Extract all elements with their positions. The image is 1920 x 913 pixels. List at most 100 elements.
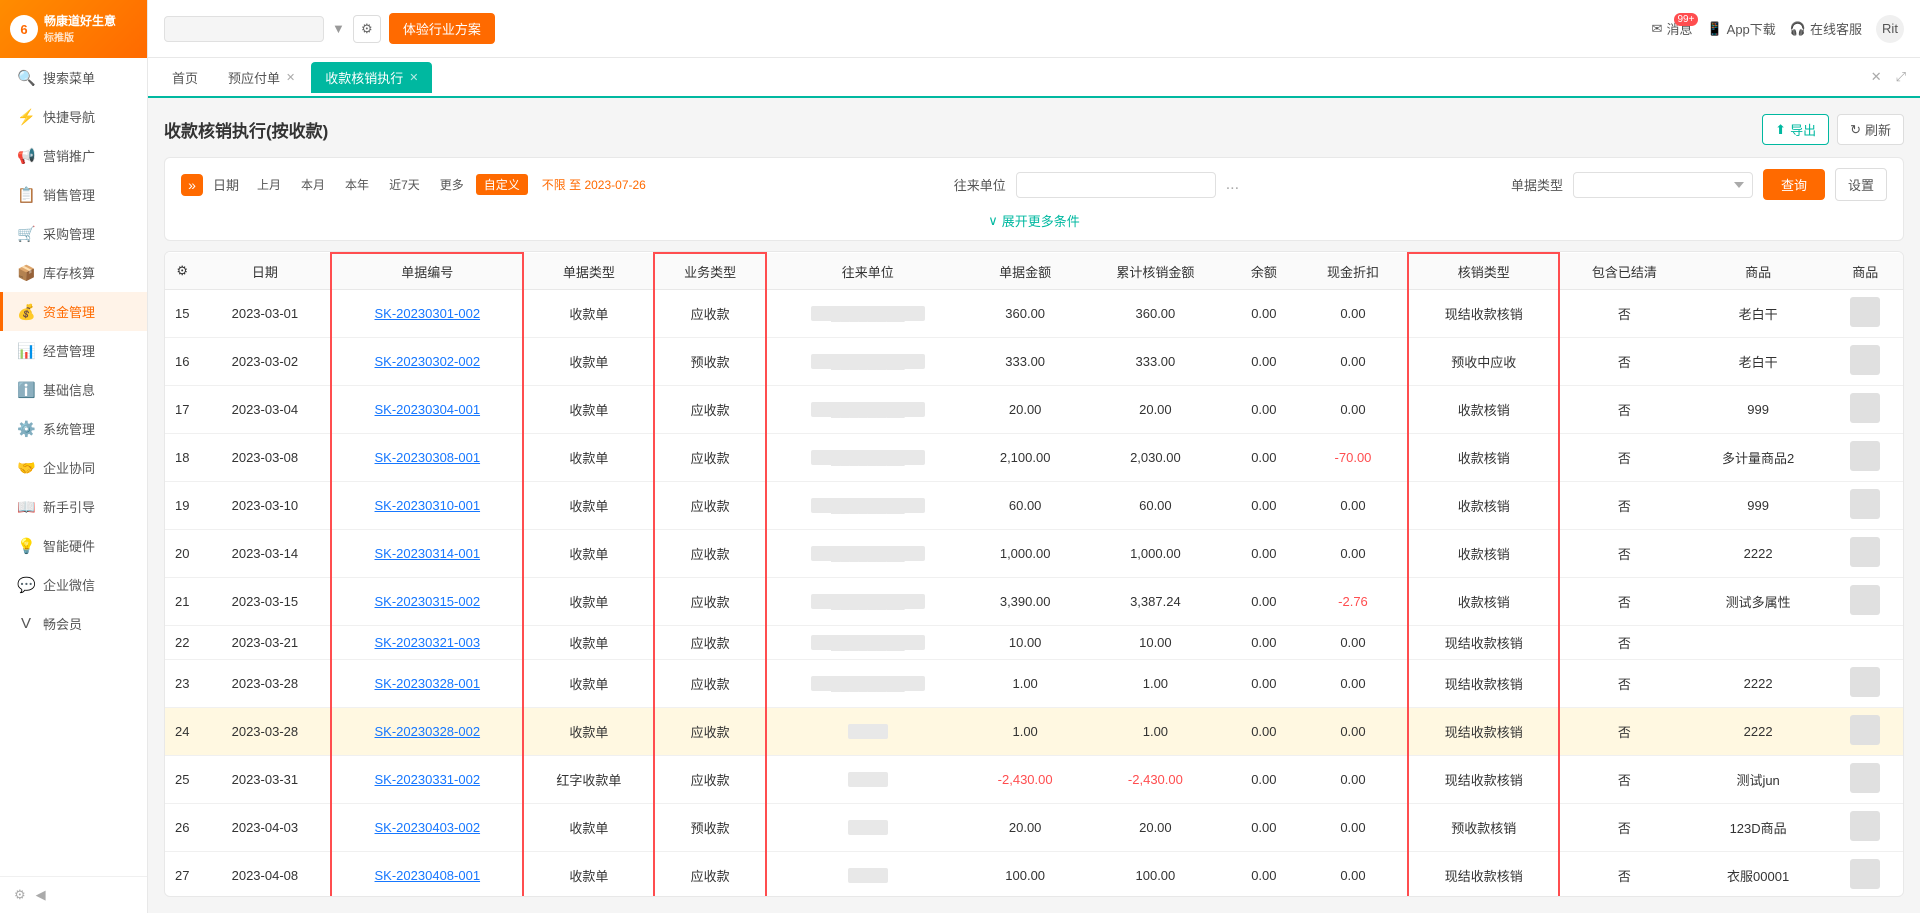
cell-date-6: 2023-03-15 — [199, 578, 331, 626]
sidebar-item-畅会员[interactable]: V 畅会员 — [0, 604, 147, 643]
tab-verify[interactable]: 收款核销执行 ✕ — [311, 62, 432, 93]
col-settings[interactable]: ⚙ — [165, 253, 199, 290]
cell-include-settled-12: 否 — [1559, 852, 1689, 898]
counterpart-input[interactable] — [1016, 172, 1216, 198]
menu-label-3: 销售管理 — [43, 185, 95, 204]
voucher-link-6[interactable]: SK-20230315-002 — [375, 594, 481, 609]
sidebar-item-库存核算[interactable]: 📦 库存核算 — [0, 253, 147, 292]
cell-goods2-2 — [1828, 386, 1903, 434]
sidebar-item-新手引导[interactable]: 📖 新手引导 — [0, 487, 147, 526]
query-button[interactable]: 查询 — [1763, 169, 1825, 200]
cell-amount-1: 333.00 — [969, 338, 1082, 386]
col-goods2: 商品 — [1828, 253, 1903, 290]
cell-counterpart-0: ████████ — [766, 290, 969, 338]
cell-include-settled-4: 否 — [1559, 482, 1689, 530]
cell-include-settled-11: 否 — [1559, 804, 1689, 852]
cell-biz-type-6: 应收款 — [654, 578, 765, 626]
setting-button[interactable]: 设置 — [1835, 168, 1887, 201]
tab-home[interactable]: 首页 — [158, 62, 212, 93]
menu-label-0: 搜索菜单 — [43, 68, 95, 87]
filter-bar: » 日期 上月 本月 本年 近7天 更多 自定义 不限 至 2023-07-26… — [164, 157, 1904, 241]
cell-settled-11: 20.00 — [1082, 804, 1230, 852]
expand-more-button[interactable]: ∨ 展开更多条件 — [181, 211, 1887, 230]
cell-voucher-type-7: 收款单 — [523, 626, 654, 660]
voucher-link-3[interactable]: SK-20230308-001 — [375, 450, 481, 465]
cell-date-3: 2023-03-08 — [199, 434, 331, 482]
dropdown-arrow-icon[interactable]: ▼ — [332, 21, 345, 36]
cell-settled-3: 2,030.00 — [1082, 434, 1230, 482]
voucher-link-0[interactable]: SK-20230301-002 — [375, 306, 481, 321]
voucher-type-select[interactable] — [1573, 172, 1753, 198]
filter-toggle-button[interactable]: » — [181, 174, 203, 196]
voucher-link-2[interactable]: SK-20230304-001 — [375, 402, 481, 417]
col-voucher-no: 单据编号 — [331, 253, 523, 290]
settings-footer-icon[interactable]: ⚙ — [14, 887, 26, 903]
cell-verify-type-10: 现结收款核销 — [1408, 756, 1559, 804]
voucher-link-7[interactable]: SK-20230321-003 — [375, 635, 481, 650]
cell-biz-type-4: 应收款 — [654, 482, 765, 530]
top-bar-left: ▼ ⚙ 体验行业方案 — [164, 13, 1642, 44]
voucher-link-11[interactable]: SK-20230403-002 — [375, 820, 481, 835]
table-row: 18 2023-03-08 SK-20230308-001 收款单 应收款 ██… — [165, 434, 1903, 482]
app-download-button[interactable]: 📱 App下载 — [1706, 19, 1775, 38]
voucher-link-1[interactable]: SK-20230302-002 — [375, 354, 481, 369]
sidebar-item-企业协同[interactable]: 🤝 企业协同 — [0, 448, 147, 487]
sidebar-item-经营管理[interactable]: 📊 经营管理 — [0, 331, 147, 370]
sidebar-item-智能硬件[interactable]: 💡 智能硬件 — [0, 526, 147, 565]
menu-label-13: 企业微信 — [43, 575, 95, 594]
sidebar-item-采购管理[interactable]: 🛒 采购管理 — [0, 214, 147, 253]
industry-solution-button[interactable]: 体验行业方案 — [389, 13, 495, 44]
cell-biz-type-8: 应收款 — [654, 660, 765, 708]
sidebar-item-快捷导航[interactable]: ⚡ 快捷导航 — [0, 97, 147, 136]
more-filters-icon[interactable]: ... — [1226, 176, 1239, 194]
last-month-btn[interactable]: 上月 — [249, 174, 289, 195]
voucher-link-8[interactable]: SK-20230328-001 — [375, 676, 481, 691]
tab-prepay[interactable]: 预应付单 ✕ — [214, 62, 309, 93]
this-month-btn[interactable]: 本月 — [293, 174, 333, 195]
voucher-link-10[interactable]: SK-20230331-002 — [375, 772, 481, 787]
cell-date-0: 2023-03-01 — [199, 290, 331, 338]
cell-balance-9: 0.00 — [1229, 708, 1298, 756]
cell-goods-12: 衣服00001 — [1689, 852, 1828, 898]
user-avatar[interactable]: Rit — [1876, 15, 1904, 43]
search-input[interactable] — [164, 16, 324, 42]
tab-prepay-close[interactable]: ✕ — [286, 71, 295, 84]
collapse-icon[interactable]: ◀ — [36, 887, 46, 903]
more-dates-btn[interactable]: 更多 — [432, 174, 472, 195]
cell-amount-10: -2,430.00 — [969, 756, 1082, 804]
refresh-button[interactable]: ↻ 刷新 — [1837, 114, 1904, 145]
cell-balance-10: 0.00 — [1229, 756, 1298, 804]
sidebar-item-企业微信[interactable]: 💬 企业微信 — [0, 565, 147, 604]
sidebar-item-系统管理[interactable]: ⚙️ 系统管理 — [0, 409, 147, 448]
last-7days-btn[interactable]: 近7天 — [381, 174, 428, 195]
cell-num-11: 26 — [165, 804, 199, 852]
voucher-link-5[interactable]: SK-20230314-001 — [375, 546, 481, 561]
menu-label-1: 快捷导航 — [43, 107, 95, 126]
cell-goods2-6 — [1828, 578, 1903, 626]
sidebar-item-销售管理[interactable]: 📋 销售管理 — [0, 175, 147, 214]
cell-goods2-5 — [1828, 530, 1903, 578]
headset-icon: 🎧 — [1790, 21, 1806, 37]
tab-close-all-icon[interactable]: ✕ — [1867, 65, 1886, 89]
sidebar-item-营销推广[interactable]: 📢 营销推广 — [0, 136, 147, 175]
voucher-link-12[interactable]: SK-20230408-001 — [375, 868, 481, 883]
sidebar-item-搜索菜单[interactable]: 🔍 搜索菜单 — [0, 58, 147, 97]
custom-date-btn[interactable]: 自定义 — [476, 174, 528, 195]
tab-verify-close[interactable]: ✕ — [409, 71, 418, 84]
sidebar-item-基础信息[interactable]: ℹ️ 基础信息 — [0, 370, 147, 409]
cell-date-8: 2023-03-28 — [199, 660, 331, 708]
voucher-link-4[interactable]: SK-20230310-001 — [375, 498, 481, 513]
online-service-button[interactable]: 🎧 在线客服 — [1790, 19, 1862, 38]
voucher-link-9[interactable]: SK-20230328-002 — [375, 724, 481, 739]
cell-num-12: 27 — [165, 852, 199, 898]
tab-expand-icon[interactable]: ⤢ — [1892, 65, 1910, 89]
cell-goods-1: 老白干 — [1689, 338, 1828, 386]
export-button[interactable]: ⬆ 导出 — [1762, 114, 1829, 145]
cell-goods-9: 2222 — [1689, 708, 1828, 756]
menu-icon-2: 📢 — [17, 147, 35, 165]
sidebar-item-资金管理[interactable]: 💰 资金管理 — [0, 292, 147, 331]
cell-settled-4: 60.00 — [1082, 482, 1230, 530]
messages-button[interactable]: ✉ 消息 99+ — [1652, 19, 1693, 38]
gear-icon[interactable]: ⚙ — [353, 15, 381, 43]
this-year-btn[interactable]: 本年 — [337, 174, 377, 195]
